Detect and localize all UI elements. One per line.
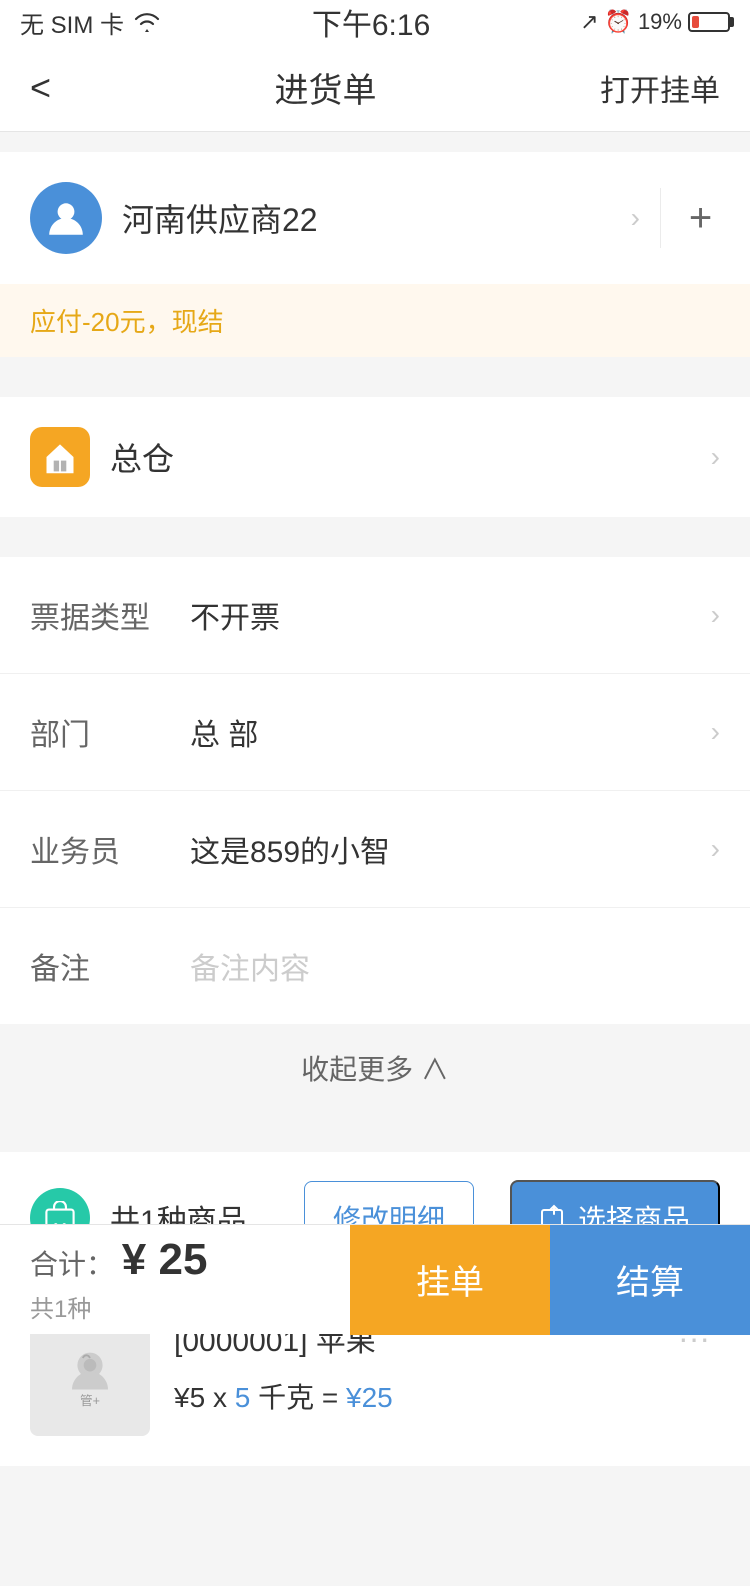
nav-bar: < 进货单 打开挂单: [0, 44, 750, 132]
total-amount: ¥ 25: [122, 1235, 208, 1284]
home-icon: [42, 439, 78, 475]
salesperson-row[interactable]: 业务员 这是859的小智 ›: [0, 791, 750, 908]
remark-label: 备注: [30, 944, 170, 988]
supplier-avatar: [30, 182, 102, 254]
invoice-row[interactable]: 票据类型 不开票 ›: [0, 557, 750, 674]
status-time: 下午6:16: [312, 0, 430, 44]
supplier-name[interactable]: 河南供应商22: [122, 195, 611, 241]
hang-button[interactable]: 挂单: [350, 1225, 550, 1335]
svg-text:管+: 管+: [80, 1394, 100, 1408]
salesperson-chevron-icon: ›: [711, 833, 720, 865]
collapse-button[interactable]: 收起更多 ∧: [0, 1024, 750, 1112]
invoice-chevron-icon: ›: [711, 599, 720, 631]
department-label: 部门: [30, 710, 170, 754]
warehouse-chevron-icon: ›: [711, 441, 720, 473]
total-section: 合计： ¥ 25 共1种: [0, 1235, 350, 1324]
section-divider-1: [0, 132, 750, 152]
remark-row[interactable]: 备注 备注内容: [0, 908, 750, 1024]
product-thumb-icon: 管+: [54, 1340, 126, 1412]
battery-text: 19%: [638, 9, 682, 35]
alarm-icon: ⏰: [605, 9, 632, 35]
supplier-section: 河南供应商22 › + 应付-20元，现结: [0, 152, 750, 357]
invoice-label: 票据类型: [30, 593, 170, 637]
total-count: 共1种: [30, 1289, 320, 1324]
supplier-alert: 应付-20元，现结: [0, 284, 750, 357]
open-pending-button[interactable]: 打开挂单: [600, 66, 720, 110]
section-divider-4: [0, 1112, 750, 1132]
section-divider-3: [0, 517, 750, 537]
checkout-button[interactable]: 结算: [550, 1225, 750, 1335]
page-title: 进货单: [275, 63, 377, 112]
total-row: 合计： ¥ 25: [30, 1235, 320, 1285]
salesperson-label: 业务员: [30, 827, 170, 871]
warehouse-name: 总仓: [110, 434, 691, 480]
price-equals: =: [322, 1382, 346, 1413]
remark-input[interactable]: 备注内容: [190, 944, 720, 988]
product-thumbnail: 管+: [30, 1316, 150, 1436]
status-icons: ↗ ⏰ 19%: [580, 9, 730, 35]
bottom-bar: 合计： ¥ 25 共1种 挂单 结算: [0, 1224, 750, 1334]
section-divider-2: [0, 357, 750, 377]
product-unit-price: ¥5: [174, 1382, 205, 1413]
product-quantity[interactable]: 5: [235, 1382, 251, 1413]
add-supplier-button[interactable]: +: [660, 188, 720, 248]
person-icon: [45, 197, 87, 239]
location-icon: ↗: [580, 9, 598, 35]
department-row[interactable]: 部门 总 部 ›: [0, 674, 750, 791]
warehouse-icon: [30, 427, 90, 487]
product-unit: 千克: [258, 1382, 314, 1413]
invoice-value: 不开票: [190, 593, 701, 637]
department-value: 总 部: [190, 710, 701, 754]
status-carrier: 无 SIM 卡: [20, 5, 162, 40]
total-label: 合计：: [30, 1249, 114, 1280]
wifi-icon: [132, 11, 162, 33]
back-button[interactable]: <: [30, 67, 51, 109]
warehouse-section[interactable]: 总仓 ›: [0, 397, 750, 517]
status-bar: 无 SIM 卡 下午6:16 ↗ ⏰ 19%: [0, 0, 750, 44]
form-section: 票据类型 不开票 › 部门 总 部 › 业务员 这是859的小智 › 备注 备注…: [0, 557, 750, 1024]
department-chevron-icon: ›: [711, 716, 720, 748]
product-total: ¥25: [346, 1382, 393, 1413]
supplier-chevron-icon: ›: [631, 202, 640, 234]
carrier-text: 无 SIM 卡: [20, 5, 124, 40]
salesperson-value: 这是859的小智: [190, 827, 701, 871]
price-multiply: x: [213, 1382, 235, 1413]
battery-icon: [688, 12, 730, 32]
product-price: ¥5 x 5 千克 = ¥25: [174, 1376, 644, 1416]
